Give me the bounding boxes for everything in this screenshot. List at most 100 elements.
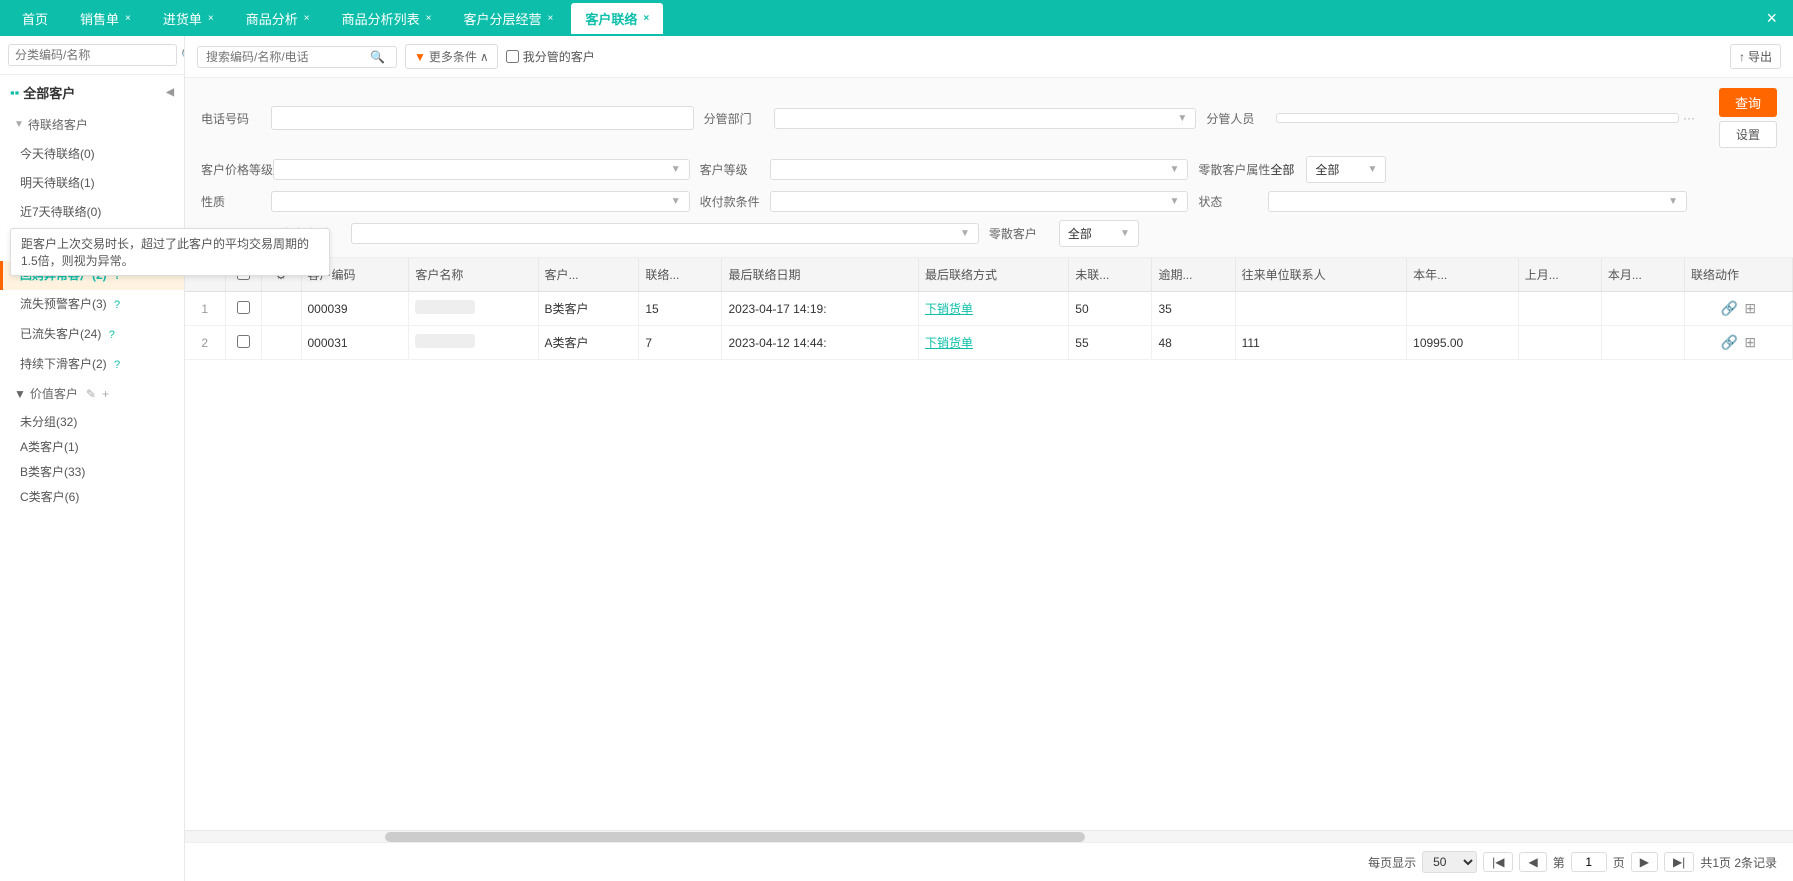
col-contact-header[interactable]: 联络...: [639, 258, 722, 292]
tab-purchase[interactable]: 进货单 ×: [149, 3, 228, 34]
row2-link-icon[interactable]: 🔗: [1721, 334, 1738, 351]
sidebar-collapse-btn[interactable]: ◀: [166, 87, 174, 98]
table-wrapper: ⚙ 客户编码 客户名称 客户... 联络...: [185, 258, 1793, 830]
adv-retail-attr-select[interactable]: 全部▼: [1306, 156, 1386, 183]
sidebar-item-b-class[interactable]: B类客户(33): [0, 459, 184, 484]
tab-customer-layer[interactable]: 客户分层经营 ×: [449, 3, 567, 34]
tab-sales[interactable]: 销售单 ×: [66, 3, 145, 34]
tab-analysis[interactable]: 商品分析 ×: [232, 3, 324, 34]
adv-payment-select[interactable]: ▼: [770, 191, 1189, 212]
setting-btn[interactable]: 设置: [1719, 121, 1777, 148]
tab-analysis-list[interactable]: 商品分析列表 ×: [328, 3, 446, 34]
col-last-date-header[interactable]: 最后联络日期: [722, 258, 918, 292]
row2-checkbox[interactable]: [237, 335, 250, 348]
next-page-btn[interactable]: ▶: [1631, 852, 1658, 872]
tab-analysis-list-close[interactable]: ×: [426, 13, 432, 24]
adv-retail-label: 零散客户: [989, 225, 1059, 242]
sidebar-item-a-class[interactable]: A类客户(1): [0, 434, 184, 459]
tab-home-label: 首页: [22, 9, 48, 28]
adv-cust-level-select[interactable]: ▼: [770, 159, 1189, 180]
sidebar-pending-section[interactable]: ▼ 待联络客户: [0, 110, 184, 136]
adv-nature-field: 性质 ▼: [201, 191, 690, 212]
row1-checkbox[interactable]: [237, 301, 250, 314]
col-unit-contact-header[interactable]: 往来单位联系人: [1235, 258, 1407, 292]
col-action-header: 联络动作: [1684, 258, 1792, 292]
adv-phone-input[interactable]: [271, 106, 694, 130]
tab-customer-contact[interactable]: 客户联络 ×: [571, 3, 663, 34]
row2-gear: [261, 326, 301, 360]
adv-cust-type-select[interactable]: ▼: [351, 223, 979, 244]
sidebar-item-loss-warning[interactable]: 流失预警客户(3) ?: [0, 290, 184, 320]
row1-gear: [261, 292, 301, 326]
h-scroll-thumb[interactable]: [385, 832, 1085, 842]
per-page-select[interactable]: 50 20 100: [1422, 851, 1477, 873]
row1-last-method[interactable]: 下销货单: [918, 292, 1068, 326]
sidebar-value-section[interactable]: ▼ 价值客户 ✎ +: [0, 379, 184, 405]
tab-purchase-label: 进货单: [163, 9, 202, 28]
row2-name-blurred: [415, 334, 475, 348]
adv-payment-field: 收付款条件 ▼: [700, 191, 1189, 212]
filter-search-input[interactable]: [206, 50, 366, 64]
col-last-method-header[interactable]: 最后联络方式: [918, 258, 1068, 292]
my-customers-checkbox[interactable]: [506, 50, 519, 63]
export-btn[interactable]: ↑ 导出: [1730, 44, 1781, 69]
sidebar-item-declining[interactable]: 持续下滑客户(2) ?: [0, 350, 184, 380]
tab-analysis-close[interactable]: ×: [304, 13, 310, 24]
col-last-month-header[interactable]: 上月...: [1518, 258, 1601, 292]
last-page-btn[interactable]: ▶|: [1664, 852, 1694, 872]
tab-purchase-close[interactable]: ×: [208, 13, 214, 24]
row1-action: 🔗 ⊞: [1684, 292, 1792, 326]
row1-last-method-link[interactable]: 下销货单: [925, 302, 973, 316]
sidebar-value-edit-icon[interactable]: ✎: [86, 387, 96, 401]
prev-page-btn[interactable]: ◀: [1519, 852, 1546, 872]
row1-last-month: [1518, 292, 1601, 326]
row1-grid-icon[interactable]: ⊞: [1744, 300, 1756, 317]
adv-price-level-select[interactable]: ▼: [273, 159, 690, 180]
row2-last-method-link[interactable]: 下销货单: [925, 336, 973, 350]
tab-sales-close[interactable]: ×: [125, 13, 131, 24]
sidebar-search-input[interactable]: [8, 44, 177, 66]
sidebar-item-c-class[interactable]: C类客户(6): [0, 484, 184, 509]
row1-code: 000039: [301, 292, 409, 326]
sidebar-item-lost[interactable]: 已流失客户(24) ?: [0, 320, 184, 350]
adv-manager-select[interactable]: [1276, 113, 1679, 123]
adv-dept-select[interactable]: ▼: [774, 108, 1197, 129]
sidebar-all-customers[interactable]: ▪▪ 全部客户 ◀: [0, 75, 184, 110]
sidebar-item-tomorrow[interactable]: 明天待联络(1): [0, 169, 184, 198]
adv-status-select[interactable]: ▼: [1268, 191, 1687, 212]
sidebar: 🔍 ▪▪ 全部客户 ◀ ▼ 待联络客户 今天待联络(0) 明天待联络(1): [0, 36, 185, 881]
col-this-month-header[interactable]: 本月...: [1601, 258, 1684, 292]
col-this-year-header[interactable]: 本年...: [1407, 258, 1519, 292]
tab-customer-contact-close[interactable]: ×: [643, 13, 649, 24]
window-close-btn[interactable]: ×: [1758, 4, 1785, 33]
query-btn[interactable]: 查询: [1719, 88, 1777, 117]
page-number-input[interactable]: [1571, 852, 1607, 872]
col-type-header[interactable]: 客户...: [538, 258, 639, 292]
row2-grid-icon[interactable]: ⊞: [1744, 334, 1756, 351]
row2-last-method[interactable]: 下销货单: [918, 326, 1068, 360]
first-page-btn[interactable]: |◀: [1483, 852, 1513, 872]
adv-dept-field: 分管部门 ▼: [704, 108, 1197, 129]
col-pending-header[interactable]: 未联...: [1069, 258, 1152, 292]
row2-unit-contact: 111: [1235, 326, 1407, 360]
table-row: 1 000039 B类客户 15 2023-04-17 14:19:: [185, 292, 1793, 326]
col-name-header[interactable]: 客户名称: [409, 258, 538, 292]
tab-home[interactable]: 首页: [8, 3, 62, 34]
tab-customer-layer-close[interactable]: ×: [547, 13, 553, 24]
export-label: 导出: [1748, 48, 1772, 65]
more-conditions-btn[interactable]: ▼ 更多条件 ∧: [405, 44, 498, 69]
row1-link-icon[interactable]: 🔗: [1721, 300, 1738, 317]
row1-name: [409, 292, 538, 326]
row2-action-icons: 🔗 ⊞: [1691, 334, 1786, 351]
adv-nature-select[interactable]: ▼: [271, 191, 690, 212]
row1-pending: 50: [1069, 292, 1152, 326]
adv-price-level-field: 客户价格等级 ▼: [201, 159, 690, 180]
col-overdue-header[interactable]: 逾期...: [1152, 258, 1235, 292]
sidebar-item-7days[interactable]: 近7天待联络(0): [0, 198, 184, 227]
sidebar-item-ungroup[interactable]: 未分组(32): [0, 409, 184, 434]
sidebar-value-add-icon[interactable]: +: [102, 387, 109, 401]
sidebar-item-today[interactable]: 今天待联络(0): [0, 140, 184, 169]
adv-manager-dots[interactable]: ···: [1679, 111, 1699, 125]
adv-retail-select[interactable]: 全部▼: [1059, 220, 1139, 247]
horizontal-scrollbar[interactable]: [185, 830, 1793, 842]
